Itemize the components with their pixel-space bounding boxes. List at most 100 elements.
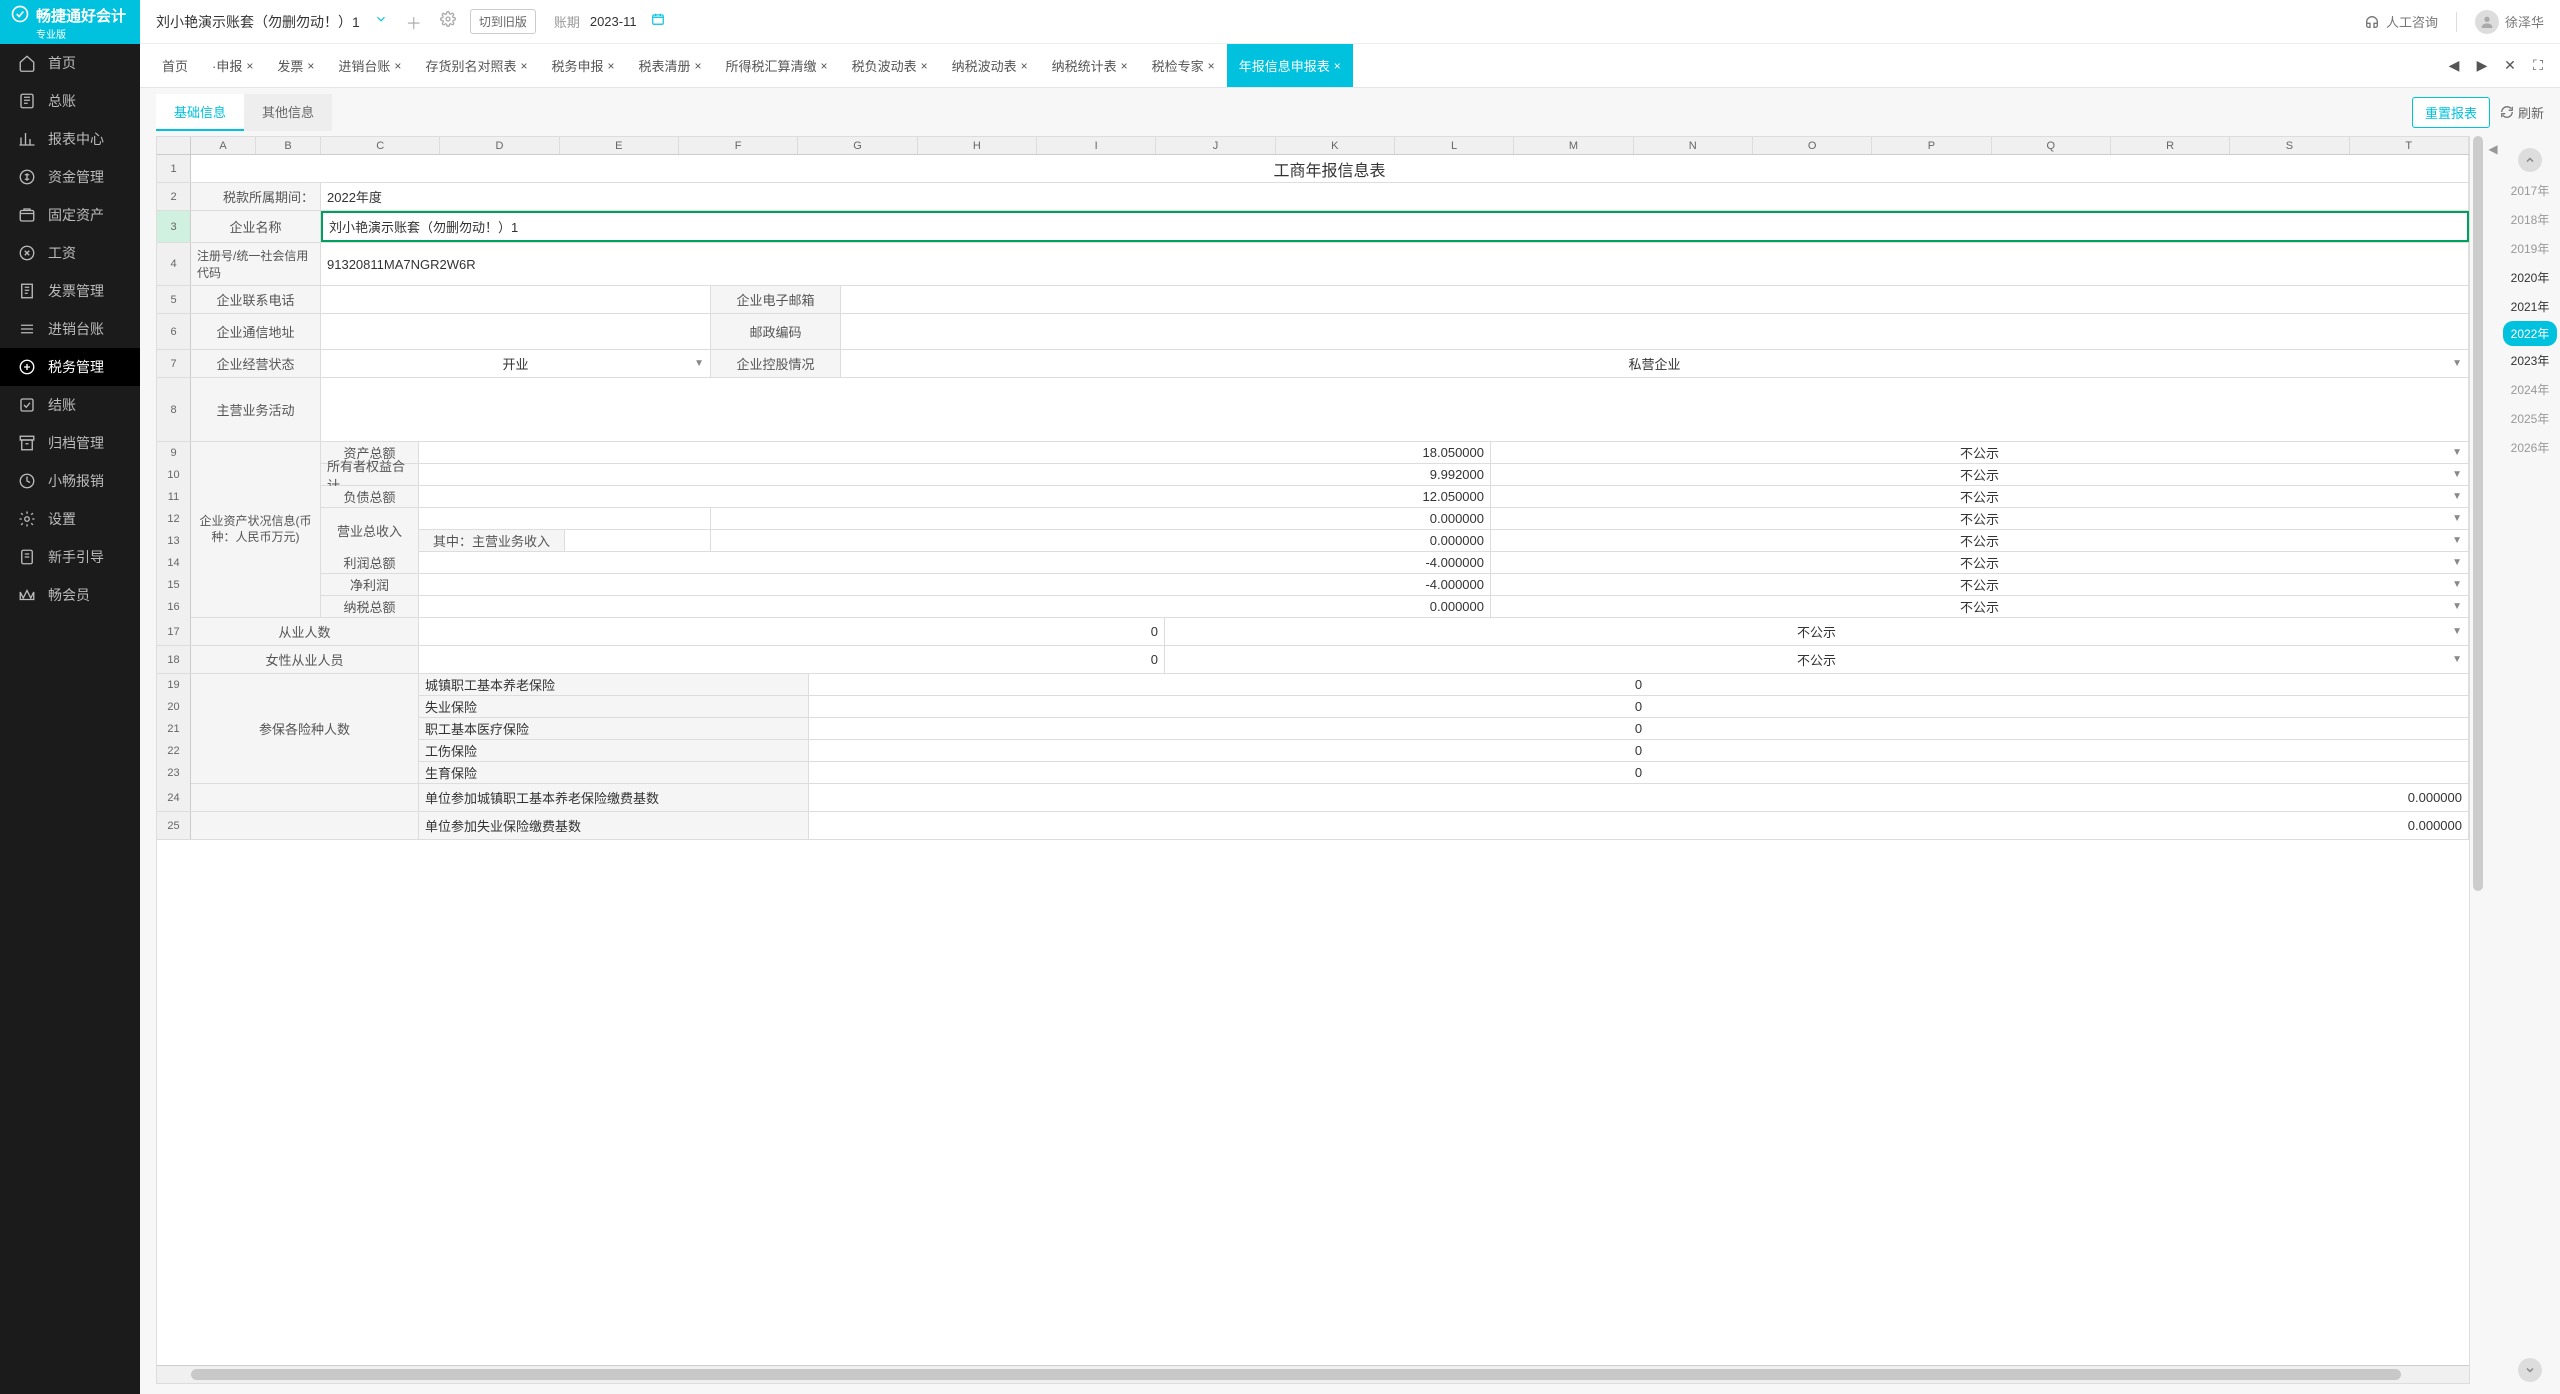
- col-header[interactable]: I: [1037, 137, 1156, 154]
- col-header[interactable]: H: [918, 137, 1037, 154]
- subtab-basic[interactable]: 基础信息: [156, 94, 244, 131]
- col-header[interactable]: L: [1395, 137, 1514, 154]
- switch-old-button[interactable]: 切到旧版: [470, 9, 536, 34]
- sheet-body[interactable]: 1 工商年报信息表 2 税款所属期间： 2022年度 3 企业名称 刘小艳演示账…: [157, 155, 2469, 1365]
- subtab-other[interactable]: 其他信息: [244, 94, 332, 131]
- calendar-icon[interactable]: [647, 12, 669, 31]
- col-header[interactable]: N: [1634, 137, 1753, 154]
- pub-select[interactable]: 不公示▼: [1491, 530, 2469, 551]
- col-header[interactable]: O: [1753, 137, 1872, 154]
- col-header[interactable]: Q: [1992, 137, 2111, 154]
- pub-select[interactable]: 不公示▼: [1491, 464, 2469, 485]
- year-up[interactable]: [2518, 148, 2542, 172]
- col-header[interactable]: C: [321, 137, 440, 154]
- tab-item[interactable]: ·申报×: [200, 44, 265, 87]
- tab-item[interactable]: 存货别名对照表×: [413, 44, 539, 87]
- nav-funds[interactable]: 资金管理: [0, 158, 140, 196]
- plus-icon[interactable]: ＋: [402, 10, 426, 34]
- tab-next[interactable]: ▶: [2468, 52, 2496, 80]
- period-value[interactable]: 2023-11: [590, 14, 637, 29]
- pub-select[interactable]: 不公示▼: [1491, 596, 2469, 617]
- col-header[interactable]: G: [798, 137, 917, 154]
- pub-select[interactable]: 不公示▼: [1165, 618, 2469, 645]
- reset-button[interactable]: 重置报表: [2412, 97, 2490, 128]
- tab-item[interactable]: 纳税统计表×: [1040, 44, 1140, 87]
- close-icon[interactable]: ×: [307, 59, 314, 73]
- tab-close-all[interactable]: ✕: [2496, 52, 2524, 80]
- col-header[interactable]: B: [256, 137, 321, 154]
- col-header[interactable]: T: [2350, 137, 2469, 154]
- tab-item[interactable]: 税表清册×: [627, 44, 714, 87]
- year-item[interactable]: 2023年: [2511, 346, 2550, 375]
- tab-item[interactable]: 进销台账×: [326, 44, 413, 87]
- col-header[interactable]: J: [1156, 137, 1275, 154]
- pub-select[interactable]: 不公示▼: [1491, 552, 2469, 573]
- chevron-down-icon[interactable]: [370, 12, 392, 31]
- nav-salary[interactable]: 工资: [0, 234, 140, 272]
- user-menu[interactable]: 徐泽华: [2475, 10, 2544, 34]
- pub-select[interactable]: 不公示▼: [1491, 508, 2469, 529]
- col-header[interactable]: R: [2111, 137, 2230, 154]
- nav-tax[interactable]: 税务管理: [0, 348, 140, 386]
- tab-item[interactable]: 所得税汇算清缴×: [714, 44, 840, 87]
- nav-closing[interactable]: 结账: [0, 386, 140, 424]
- nav-assets[interactable]: 固定资产: [0, 196, 140, 234]
- tab-prev[interactable]: ◀: [2440, 52, 2468, 80]
- year-item[interactable]: 2021年: [2511, 292, 2550, 321]
- year-item[interactable]: 2020年: [2511, 263, 2550, 292]
- col-header[interactable]: F: [679, 137, 798, 154]
- nav-guide[interactable]: 新手引导: [0, 538, 140, 576]
- gear-icon[interactable]: [436, 11, 460, 32]
- close-icon[interactable]: ×: [821, 59, 828, 73]
- close-icon[interactable]: ×: [394, 59, 401, 73]
- close-icon[interactable]: ×: [246, 59, 253, 73]
- close-icon[interactable]: ×: [1208, 59, 1215, 73]
- holding-select[interactable]: 私营企业 ▼: [841, 350, 2469, 377]
- nav-settings[interactable]: 设置: [0, 500, 140, 538]
- pub-select[interactable]: 不公示▼: [1491, 574, 2469, 595]
- close-icon[interactable]: ×: [1021, 59, 1028, 73]
- company-name-cell[interactable]: 刘小艳演示账套（勿删勿动！）1: [321, 211, 2469, 242]
- vertical-scrollbar[interactable]: [2470, 136, 2486, 1394]
- nav-ledger[interactable]: 总账: [0, 82, 140, 120]
- support-link[interactable]: 人工咨询: [2364, 12, 2438, 31]
- panel-collapse[interactable]: ◀: [2486, 136, 2500, 1394]
- year-item[interactable]: 2022年: [2503, 321, 2558, 346]
- pub-select[interactable]: 不公示▼: [1165, 646, 2469, 673]
- close-icon[interactable]: ×: [520, 59, 527, 73]
- nav-vip[interactable]: 畅会员: [0, 576, 140, 614]
- nav-archive[interactable]: 归档管理: [0, 424, 140, 462]
- col-header[interactable]: A: [191, 137, 256, 154]
- col-header[interactable]: E: [560, 137, 679, 154]
- col-header[interactable]: S: [2230, 137, 2349, 154]
- close-icon[interactable]: ×: [1121, 59, 1128, 73]
- col-header[interactable]: P: [1872, 137, 1991, 154]
- nav-expense[interactable]: 小畅报销: [0, 462, 140, 500]
- nav-home[interactable]: 首页: [0, 44, 140, 82]
- close-icon[interactable]: ×: [607, 59, 614, 73]
- tab-item[interactable]: 纳税波动表×: [940, 44, 1040, 87]
- nav-invoice[interactable]: 发票管理: [0, 272, 140, 310]
- col-header[interactable]: K: [1276, 137, 1395, 154]
- pub-select[interactable]: 不公示▼: [1491, 442, 2469, 463]
- close-icon[interactable]: ×: [695, 59, 702, 73]
- close-icon[interactable]: ×: [921, 59, 928, 73]
- tab-fullscreen[interactable]: ⛶: [2524, 52, 2552, 80]
- nav-reports[interactable]: 报表中心: [0, 120, 140, 158]
- refresh-button[interactable]: 刷新: [2500, 103, 2544, 122]
- nav-stock[interactable]: 进销台账: [0, 310, 140, 348]
- tab-item[interactable]: 税务申报×: [539, 44, 626, 87]
- year-down[interactable]: [2518, 1358, 2542, 1382]
- tab-item[interactable]: 首页×: [150, 44, 200, 87]
- tab-item[interactable]: 年报信息申报表×: [1227, 44, 1353, 87]
- horizontal-scrollbar[interactable]: [157, 1365, 2469, 1383]
- account-selector[interactable]: 刘小艳演示账套（勿删勿动！）1: [156, 12, 360, 32]
- status-select[interactable]: 开业 ▼: [321, 350, 711, 377]
- tab-item[interactable]: 税负波动表×: [840, 44, 940, 87]
- close-icon[interactable]: ×: [1334, 59, 1341, 73]
- tab-item[interactable]: 发票×: [265, 44, 326, 87]
- pub-select[interactable]: 不公示▼: [1491, 486, 2469, 507]
- col-header[interactable]: M: [1514, 137, 1633, 154]
- col-header[interactable]: D: [440, 137, 559, 154]
- tab-item[interactable]: 税检专家×: [1140, 44, 1227, 87]
